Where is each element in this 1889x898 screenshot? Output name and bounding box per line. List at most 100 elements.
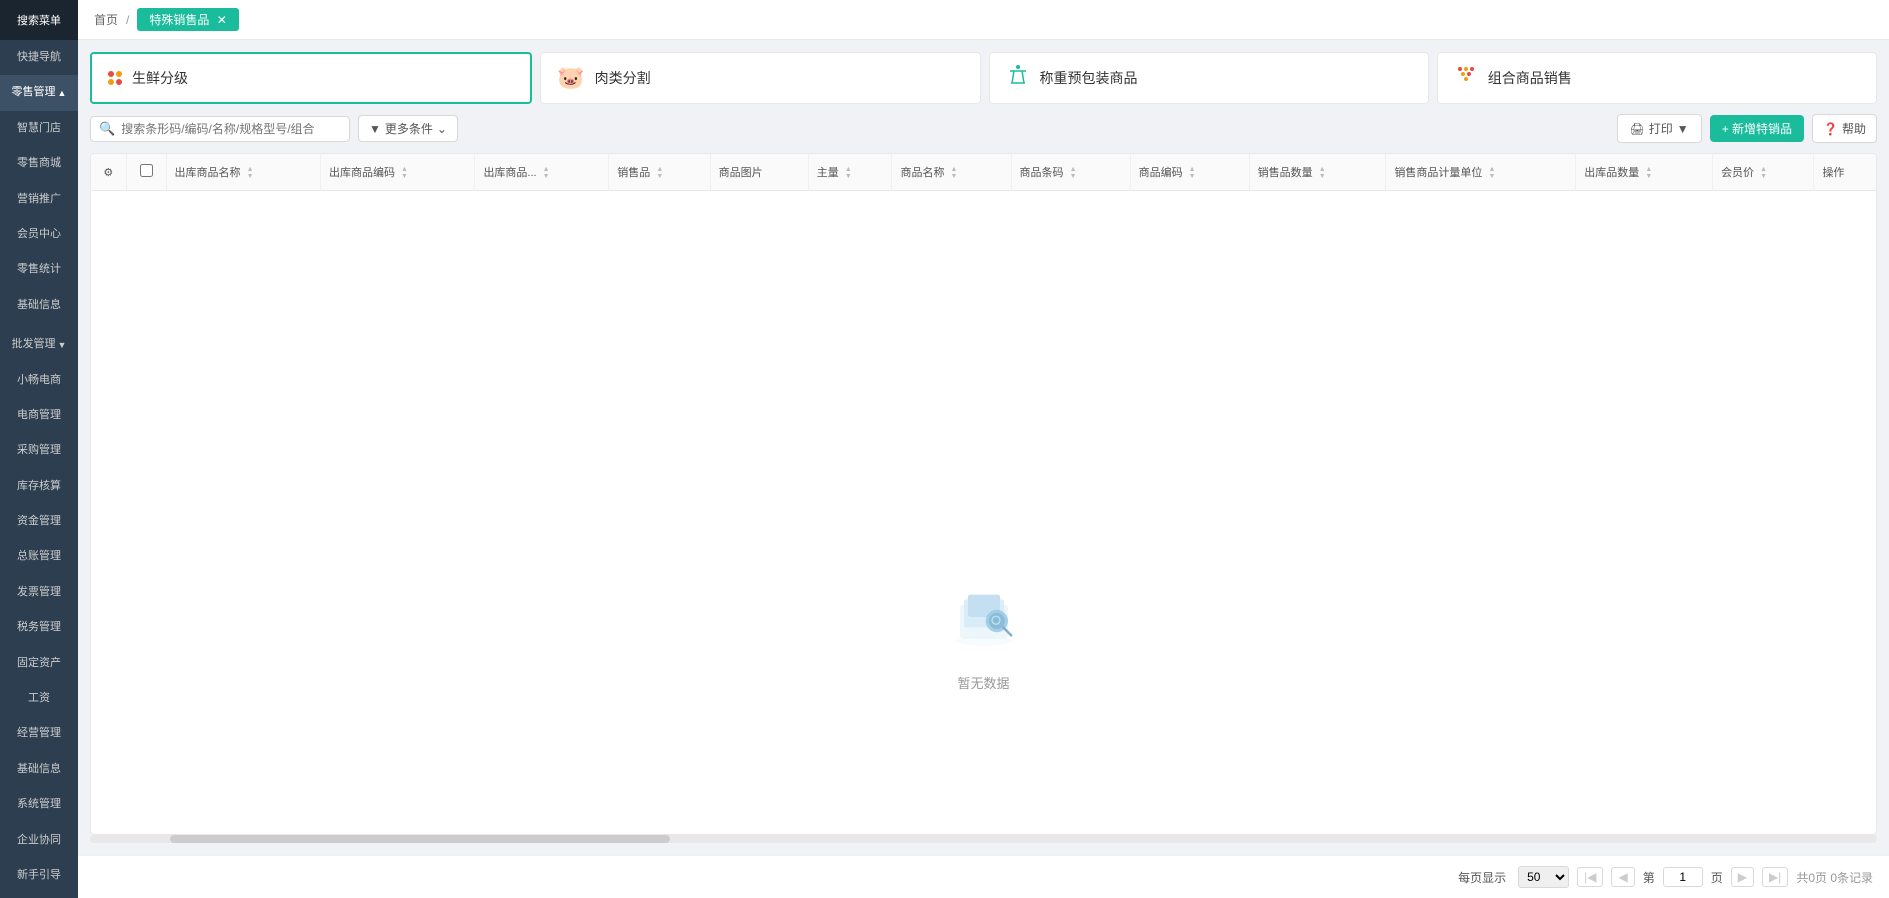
first-page-button[interactable]: |◀ bbox=[1577, 867, 1603, 887]
help-button[interactable]: ❓ 帮助 bbox=[1812, 114, 1877, 143]
scrollbar-thumb[interactable] bbox=[170, 835, 670, 843]
column-main-weight[interactable]: 主量 ▲▼ bbox=[808, 154, 892, 191]
page-size-select[interactable]: 50 10 20 100 bbox=[1518, 866, 1569, 888]
last-page-button[interactable]: ▶| bbox=[1762, 867, 1788, 887]
toolbar: 🔍 ▼ 更多条件 ⌄ 🖨 打印 ▼ + 新增特销品 bbox=[78, 104, 1889, 153]
sidebar-item-new-guide[interactable]: 新手引导 bbox=[0, 858, 78, 893]
column-sales-product[interactable]: 销售品 ▲▼ bbox=[609, 154, 710, 191]
breadcrumb-current-label: 特殊销售品 bbox=[149, 13, 209, 27]
sidebar-item-general-ledger[interactable]: 总账管理 bbox=[0, 539, 78, 574]
search-box[interactable]: 🔍 bbox=[90, 116, 350, 142]
table-container: ⚙ 出库商品名称 ▲▼ 出库商品编码 ▲▼ bbox=[90, 153, 1877, 835]
sidebar-item-smart-store[interactable]: 智慧门店 bbox=[0, 111, 78, 146]
column-product-image: 商品图片 bbox=[710, 154, 808, 191]
tab-fresh-grading[interactable]: 生鲜分级 bbox=[90, 52, 532, 104]
sidebar-item-member-center[interactable]: 会员中心 bbox=[0, 217, 78, 252]
next-page-button[interactable]: ▶ bbox=[1731, 867, 1754, 887]
column-product-name[interactable]: 商品名称 ▲▼ bbox=[892, 154, 1011, 191]
sidebar-item-operations-mgmt[interactable]: 经营管理 bbox=[0, 716, 78, 751]
sidebar-item-label: 小畅电商 bbox=[17, 374, 61, 386]
print-label: 打印 bbox=[1649, 120, 1673, 137]
sidebar-item-label: 营销推广 bbox=[17, 193, 61, 205]
tab-weigh-prepack[interactable]: 称重预包装商品 bbox=[989, 52, 1429, 104]
sidebar-item-tax-mgmt[interactable]: 税务管理 bbox=[0, 610, 78, 645]
sidebar-item-label: 会员中心 bbox=[17, 228, 61, 240]
tab-combo-sales-label: 组合商品销售 bbox=[1488, 68, 1572, 88]
breadcrumb-separator: / bbox=[126, 13, 129, 27]
tab-weigh-prepack-label: 称重预包装商品 bbox=[1040, 68, 1138, 88]
sort-arrows-member-price: ▲▼ bbox=[1760, 166, 1767, 180]
print-icon: 🖨 bbox=[1630, 122, 1645, 136]
sort-arrows-barcode: ▲▼ bbox=[1070, 166, 1077, 180]
column-sales-unit[interactable]: 销售商品计量单位 ▲▼ bbox=[1386, 154, 1576, 191]
search-input[interactable] bbox=[121, 122, 341, 136]
sidebar-item-fund-mgmt[interactable]: 资金管理 bbox=[0, 504, 78, 539]
filter-button[interactable]: ▼ 更多条件 ⌄ bbox=[358, 115, 458, 142]
sidebar-item-basic-info2[interactable]: 基础信息 bbox=[0, 752, 78, 787]
sidebar-item-retail-mgmt[interactable]: 零售管理 ▲ bbox=[0, 75, 78, 110]
sidebar-item-label: 智慧门店 bbox=[17, 122, 61, 134]
prev-page-button[interactable]: ◀ bbox=[1611, 867, 1634, 887]
column-out-product-name[interactable]: 出库商品名称 ▲▼ bbox=[166, 154, 320, 191]
chevron-icon: ▲ bbox=[58, 87, 67, 100]
sidebar-item-sales-promo[interactable]: 营销推广 bbox=[0, 182, 78, 217]
sidebar-item-retail-mall[interactable]: 零售商城 bbox=[0, 146, 78, 181]
sidebar-item-label: 系统管理 bbox=[17, 798, 61, 810]
pagination: 每页显示 50 10 20 100 |◀ ◀ 第 1 页 ▶ ▶| 共0页 0条… bbox=[78, 855, 1889, 898]
sidebar-item-fixed-assets[interactable]: 固定资产 bbox=[0, 646, 78, 681]
breadcrumb-home[interactable]: 首页 bbox=[94, 11, 118, 28]
column-member-price[interactable]: 会员价 ▲▼ bbox=[1713, 154, 1814, 191]
settings-icon: ⚙ bbox=[103, 167, 113, 179]
sort-arrows-sales: ▲▼ bbox=[656, 166, 663, 180]
column-out-quantity[interactable]: 出库品数量 ▲▼ bbox=[1576, 154, 1713, 191]
sidebar-item-quick-nav[interactable]: 快捷导航 bbox=[0, 40, 78, 75]
chevron-down-icon: ▼ bbox=[1677, 122, 1689, 136]
sidebar-item-label: 基础信息 bbox=[17, 299, 61, 311]
sidebar-logo-text: 搜索菜单 bbox=[17, 12, 61, 28]
sidebar-item-label: 发票管理 bbox=[17, 586, 61, 598]
sidebar-logo[interactable]: 搜索菜单 bbox=[0, 0, 78, 40]
sidebar-item-purchase-mgmt[interactable]: 采购管理 bbox=[0, 433, 78, 468]
sidebar-item-label: 经营管理 bbox=[17, 727, 61, 739]
column-out-product-code[interactable]: 出库商品编码 ▲▼ bbox=[320, 154, 474, 191]
sidebar-item-inventory[interactable]: 库存核算 bbox=[0, 469, 78, 504]
sort-arrows-sales-qty: ▲▼ bbox=[1319, 166, 1326, 180]
sidebar-item-hr[interactable]: 工资 bbox=[0, 681, 78, 716]
column-checkbox[interactable] bbox=[126, 154, 166, 191]
sidebar-item-label: 零售统计 bbox=[17, 263, 61, 275]
column-settings[interactable]: ⚙ bbox=[91, 154, 126, 191]
data-table: ⚙ 出库商品名称 ▲▼ 出库商品编码 ▲▼ bbox=[91, 154, 1876, 191]
page-input[interactable]: 1 bbox=[1663, 867, 1703, 887]
sidebar-item-label: 固定资产 bbox=[17, 657, 61, 669]
column-out-product-spec[interactable]: 出库商品... ▲▼ bbox=[475, 154, 609, 191]
sidebar-item-retail-stats[interactable]: 零售统计 bbox=[0, 252, 78, 287]
sidebar-item-label: 资金管理 bbox=[17, 515, 61, 527]
sidebar-item-wholesale-mgmt[interactable]: 批发管理 ▼ bbox=[0, 327, 78, 362]
scrollbar-track[interactable] bbox=[90, 835, 1877, 843]
column-sales-quantity[interactable]: 销售品数量 ▲▼ bbox=[1249, 154, 1386, 191]
breadcrumb-current-tab[interactable]: 特殊销售品 ✕ bbox=[137, 8, 238, 31]
sidebar-item-mini-ecommerce[interactable]: 小畅电商 bbox=[0, 363, 78, 398]
add-special-product-button[interactable]: + 新增特销品 bbox=[1710, 115, 1804, 142]
sidebar: 搜索菜单 快捷导航 零售管理 ▲ 智慧门店 零售商城 营销推广 会员中心 零售统… bbox=[0, 0, 78, 898]
column-product-code[interactable]: 商品编码 ▲▼ bbox=[1130, 154, 1249, 191]
sidebar-settings-btn[interactable]: ⚙ bbox=[0, 893, 78, 898]
select-all-checkbox[interactable] bbox=[140, 164, 153, 177]
help-label: 帮助 bbox=[1842, 120, 1866, 137]
sidebar-item-company-agreement[interactable]: 企业协同 bbox=[0, 823, 78, 858]
close-icon[interactable]: ✕ bbox=[217, 13, 227, 27]
sidebar-item-invoice-mgmt[interactable]: 发票管理 bbox=[0, 575, 78, 610]
sidebar-item-label: 基础信息 bbox=[17, 763, 61, 775]
sidebar-item-system-mgmt[interactable]: 系统管理 bbox=[0, 787, 78, 822]
column-product-barcode[interactable]: 商品条码 ▲▼ bbox=[1011, 154, 1130, 191]
tab-meat-cutting[interactable]: 🐷 肉类分割 bbox=[540, 52, 980, 104]
sidebar-item-ecommerce-mgmt[interactable]: 电商管理 bbox=[0, 398, 78, 433]
print-button[interactable]: 🖨 打印 ▼ bbox=[1617, 114, 1702, 143]
sidebar-item-basic-info[interactable]: 基础信息 bbox=[0, 288, 78, 323]
sidebar-item-label: 工资 bbox=[28, 692, 50, 704]
sidebar-item-label: 税务管理 bbox=[17, 621, 61, 633]
chevron-down-icon: ⌄ bbox=[437, 122, 447, 136]
tab-combo-sales[interactable]: 组合商品销售 bbox=[1437, 52, 1877, 104]
pig-icon: 🐷 bbox=[557, 65, 584, 91]
sidebar-item-label: 库存核算 bbox=[17, 480, 61, 492]
